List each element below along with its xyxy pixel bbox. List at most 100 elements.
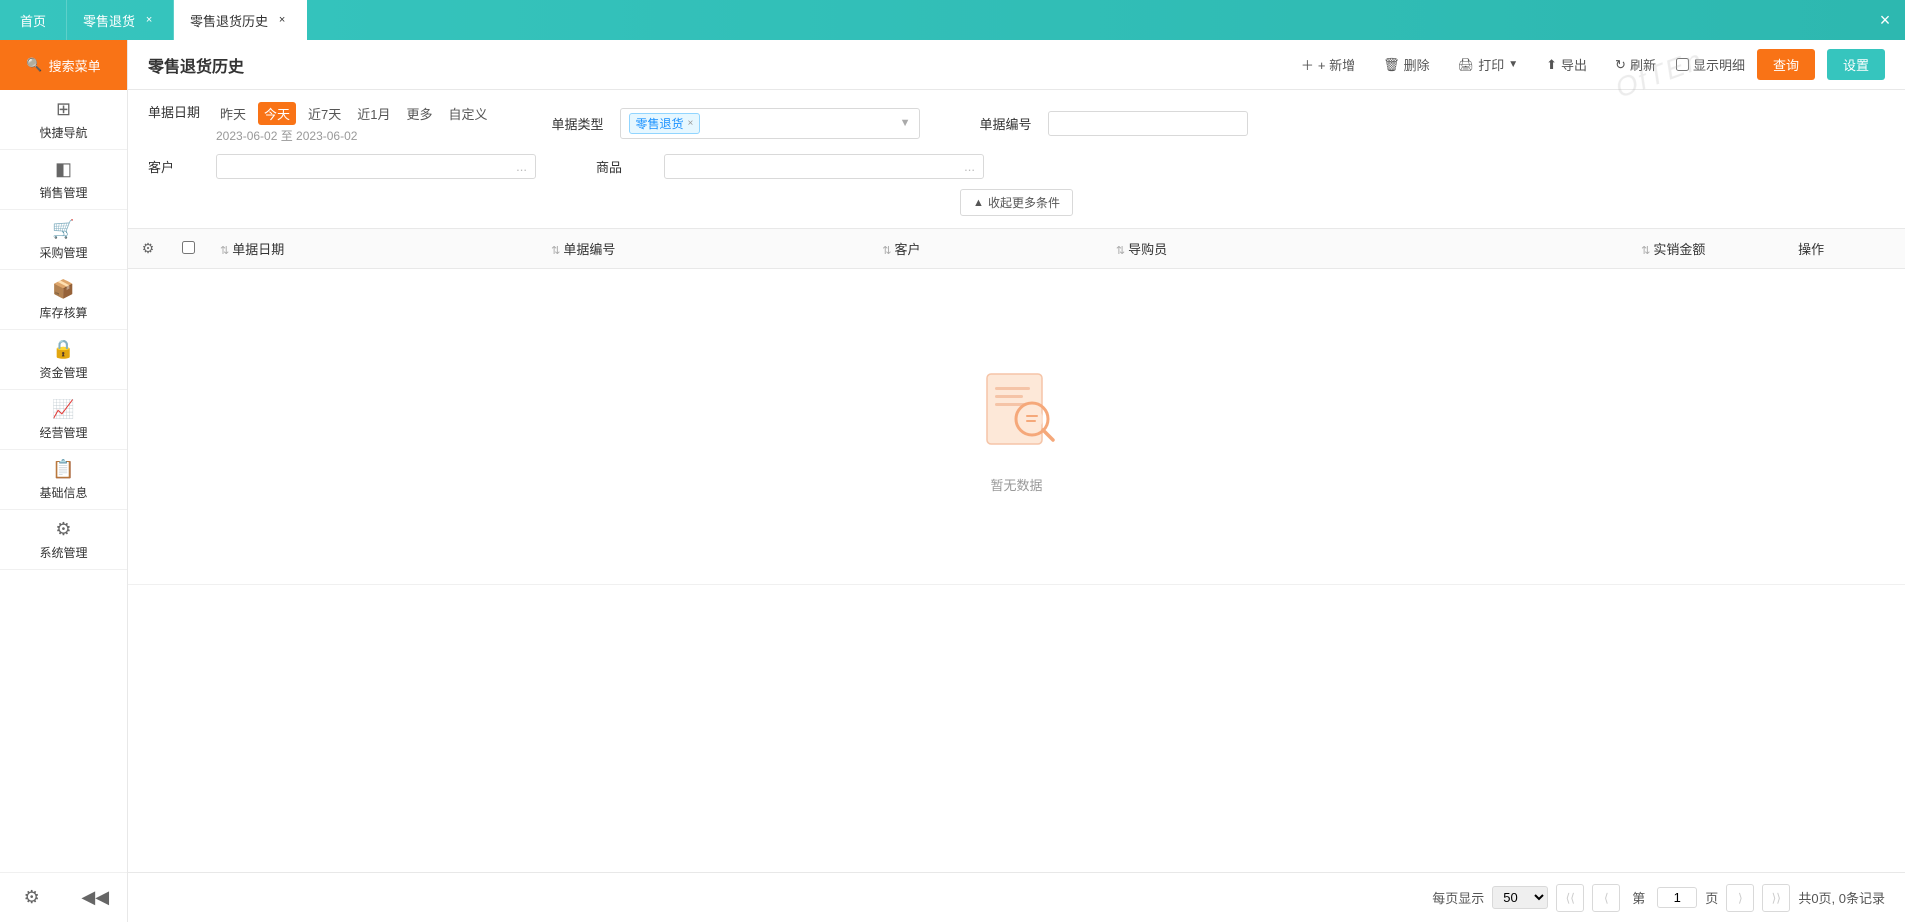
doc-num-label: 单据编号 xyxy=(980,114,1040,133)
show-detail-input[interactable] xyxy=(1676,58,1689,71)
table-body: 暂无数据 xyxy=(128,269,1905,585)
empty-state-illustration xyxy=(967,359,1067,459)
sidebar-item-purchase-mgmt[interactable]: 🛒 采购管理 xyxy=(0,210,127,270)
col-doc-num[interactable]: 单据编号 xyxy=(539,229,870,269)
print-chevron-icon: ▼ xyxy=(1508,59,1518,70)
new-label: + 新增 xyxy=(1318,55,1355,74)
tab-retail-return-history[interactable]: 零售退货历史 × xyxy=(174,0,307,40)
doc-type-label: 单据类型 xyxy=(552,114,612,133)
pagination: 每页显示 10 20 50 100 ⟨⟨ ⟨ 第 页 ⟩ ⟩⟩ 共0页, 0条记… xyxy=(128,872,1905,922)
operation-icon: 📈 xyxy=(52,399,74,420)
top-bar: 首页 零售退货 × 零售退货历史 × × xyxy=(0,0,1905,40)
tab-retail-return-history-close[interactable]: × xyxy=(274,12,290,28)
export-button[interactable]: ⬆ 导出 xyxy=(1538,51,1595,78)
page-number-input[interactable] xyxy=(1657,887,1697,908)
quick-nav-icon: ⊞ xyxy=(56,99,71,120)
doc-num-input[interactable] xyxy=(1048,111,1248,136)
doc-type-filter-group: 单据类型 零售退货 × ▼ xyxy=(552,108,920,139)
doc-type-tag-close[interactable]: × xyxy=(688,118,694,129)
delete-label: 删除 xyxy=(1404,55,1430,74)
doc-type-select[interactable]: 零售退货 × ▼ xyxy=(620,108,920,139)
sys-mgmt-icon: ⚙ xyxy=(55,519,71,540)
new-button[interactable]: ＋ + 新增 xyxy=(1293,51,1363,78)
window-close-button[interactable]: × xyxy=(1865,0,1905,40)
sidebar-item-operation[interactable]: 📈 经营管理 xyxy=(0,390,127,450)
show-detail-checkbox[interactable]: 显示明细 xyxy=(1676,55,1745,74)
empty-state-row: 暂无数据 xyxy=(128,269,1905,585)
filter-area: 单据日期 昨天 今天 近7天 近1月 更多 自定义 2023-06-02 至 2… xyxy=(128,90,1905,229)
basic-info-icon: 📋 xyxy=(52,459,74,480)
delete-button[interactable]: 🗑 删除 xyxy=(1375,51,1438,78)
table-area: ⚙ 单据日期 单据编号 客户 xyxy=(128,229,1905,872)
sidebar-item-finance[interactable]: 🔒 资金管理 xyxy=(0,330,127,390)
goods-filter-group: 商品 ... xyxy=(596,154,984,179)
col-doc-num-label: 单据编号 xyxy=(563,242,615,257)
col-guide[interactable]: 导购员 xyxy=(1104,229,1386,269)
sidebar-item-quick-nav[interactable]: ⊞ 快捷导航 xyxy=(0,90,127,150)
sidebar-bottom: ⚙ ◀◀ xyxy=(0,872,127,922)
filter-row-2: 客户 ... 商品 ... xyxy=(148,154,1885,179)
collapse-up-icon: ▲ xyxy=(973,197,984,209)
last-page-button[interactable]: ⟩⟩ xyxy=(1762,884,1790,912)
collapse-row: ▲ 收起更多条件 xyxy=(148,189,1885,216)
col-amount-label: 实销金额 xyxy=(1653,242,1705,257)
collapse-button[interactable]: ▲ 收起更多条件 xyxy=(960,189,1073,216)
sidebar: 🔍 搜索菜单 ⊞ 快捷导航 ◧ 销售管理 🛒 采购管理 📦 库存核算 🔒 资金管… xyxy=(0,40,128,922)
speaker-button[interactable]: ◀◀ xyxy=(77,880,113,916)
customer-placeholder: ... xyxy=(516,159,527,174)
sidebar-item-basic-info[interactable]: 📋 基础信息 xyxy=(0,450,127,510)
col-amount[interactable]: 实销金额 xyxy=(1386,229,1717,269)
search-icon: 🔍 xyxy=(26,57,42,73)
refresh-button[interactable]: ↻ 刷新 xyxy=(1607,51,1664,78)
tab-home[interactable]: 首页 xyxy=(0,0,67,40)
delete-icon: 🗑 xyxy=(1383,57,1400,73)
show-detail-label: 显示明细 xyxy=(1693,55,1745,74)
date-filter-options: 昨天 今天 近7天 近1月 更多 自定义 2023-06-02 至 2023-0… xyxy=(216,102,492,144)
print-button[interactable]: 🖨 打印 ▼ xyxy=(1450,51,1526,78)
refresh-icon: ↻ xyxy=(1615,57,1626,73)
gear-button[interactable]: ⚙ xyxy=(14,880,50,916)
collapse-label: 收起更多条件 xyxy=(988,194,1060,211)
column-settings-icon[interactable]: ⚙ xyxy=(142,240,155,256)
refresh-label: 刷新 xyxy=(1630,55,1656,74)
tab-retail-return-close[interactable]: × xyxy=(141,12,157,28)
tab-retail-return-label: 零售退货 xyxy=(83,11,135,30)
export-icon: ⬆ xyxy=(1546,57,1557,73)
next-page-button[interactable]: ⟩ xyxy=(1726,884,1754,912)
date-opt-today[interactable]: 今天 xyxy=(258,102,296,125)
query-button[interactable]: 查询 xyxy=(1757,49,1815,80)
table-header: ⚙ 单据日期 单据编号 客户 xyxy=(128,229,1905,269)
col-customer[interactable]: 客户 xyxy=(870,229,1104,269)
purchase-mgmt-icon: 🛒 xyxy=(52,219,74,240)
sidebar-item-inventory[interactable]: 📦 库存核算 xyxy=(0,270,127,330)
finance-icon: 🔒 xyxy=(52,339,74,360)
date-opt-7days[interactable]: 近7天 xyxy=(304,102,345,125)
sidebar-item-purchase-mgmt-label: 采购管理 xyxy=(39,244,87,261)
col-doc-date[interactable]: 单据日期 xyxy=(208,229,539,269)
date-opt-1month[interactable]: 近1月 xyxy=(353,102,394,125)
sidebar-item-sys-mgmt[interactable]: ⚙ 系统管理 xyxy=(0,510,127,570)
doc-type-tag-value: 零售退货 xyxy=(636,115,684,132)
total-records-text: 共0页, 0条记录 xyxy=(1798,888,1885,907)
settings-button[interactable]: 设置 xyxy=(1827,49,1885,80)
date-opt-custom[interactable]: 自定义 xyxy=(445,102,492,125)
customer-input[interactable]: ... xyxy=(216,154,536,179)
select-all-checkbox[interactable] xyxy=(182,241,195,254)
page-label-prefix: 第 xyxy=(1632,888,1645,907)
date-opt-more[interactable]: 更多 xyxy=(403,102,437,125)
goods-input[interactable]: ... xyxy=(664,154,984,179)
sales-mgmt-icon: ◧ xyxy=(55,159,72,180)
tab-retail-return[interactable]: 零售退货 × xyxy=(67,0,174,40)
col-action: 操作 xyxy=(1717,229,1905,269)
page-title: 零售退货历史 xyxy=(148,53,1293,77)
content-area: 零售退货历史 ＋ + 新增 🗑 删除 🖨 打印 ▼ ⬆ 导出 xyxy=(128,40,1905,922)
first-page-button[interactable]: ⟨⟨ xyxy=(1556,884,1584,912)
date-opt-yesterday[interactable]: 昨天 xyxy=(216,102,250,125)
doc-type-tag: 零售退货 × xyxy=(629,113,701,134)
customer-label: 客户 xyxy=(148,157,208,176)
col-customer-label: 客户 xyxy=(895,242,921,257)
page-size-select[interactable]: 10 20 50 100 xyxy=(1492,886,1548,909)
sidebar-search[interactable]: 🔍 搜索菜单 xyxy=(0,40,127,90)
prev-page-button[interactable]: ⟨ xyxy=(1592,884,1620,912)
sidebar-item-sales-mgmt[interactable]: ◧ 销售管理 xyxy=(0,150,127,210)
